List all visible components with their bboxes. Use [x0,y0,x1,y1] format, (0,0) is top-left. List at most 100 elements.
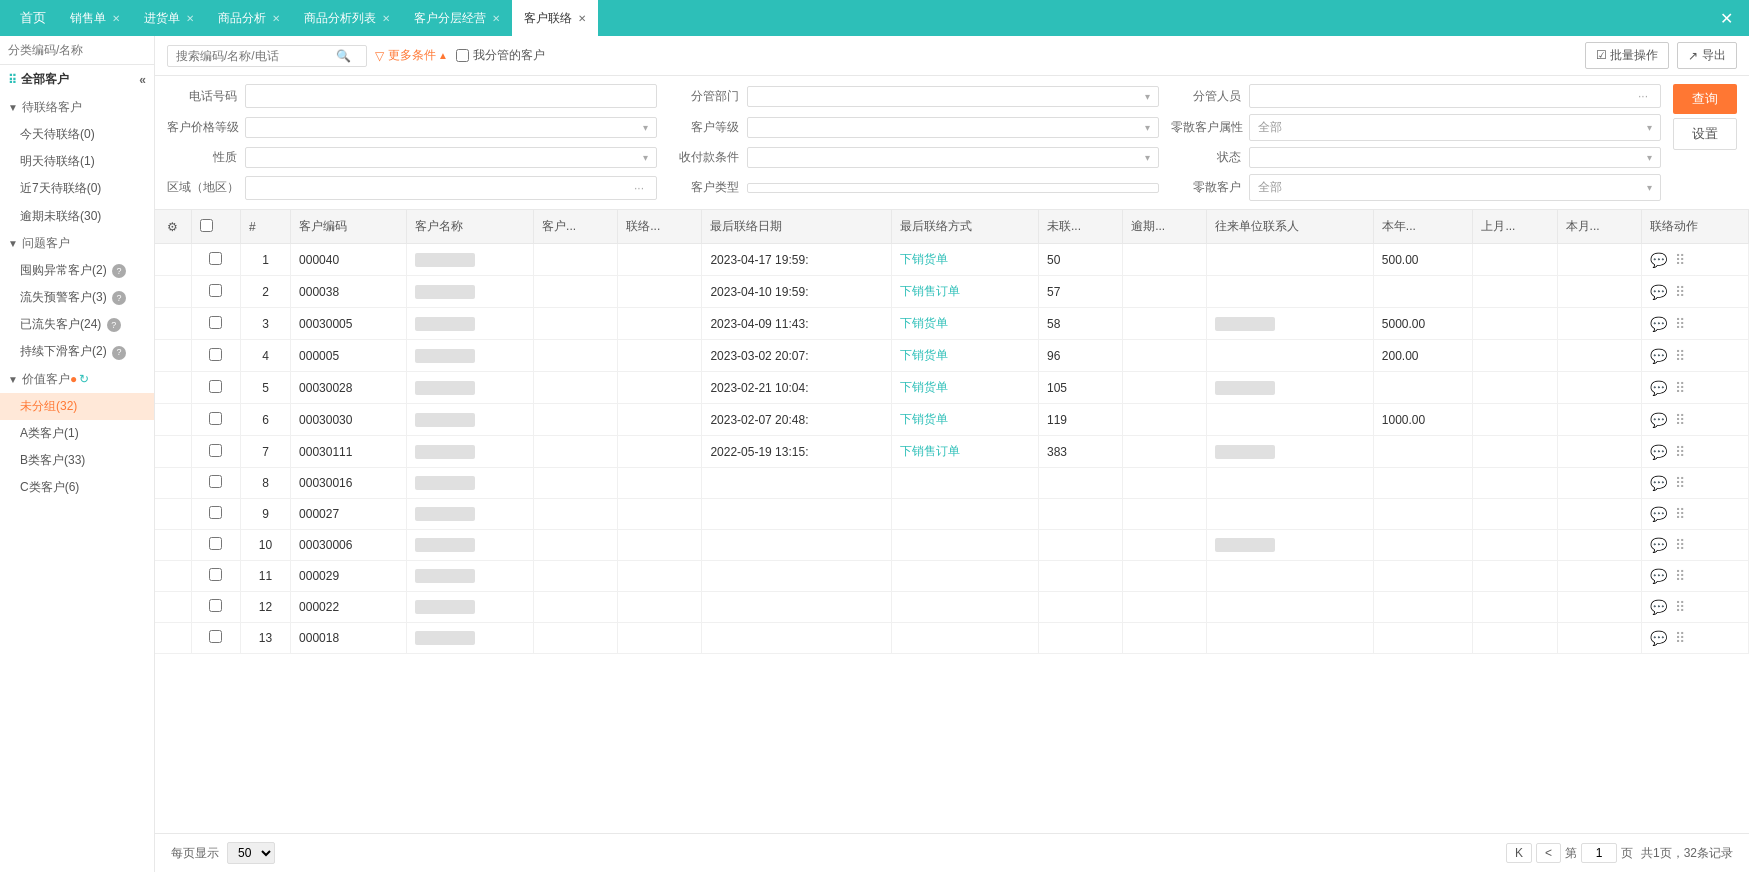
checkbox-col-header[interactable] [191,210,240,244]
row-last-method-cell[interactable]: 下销货单 [892,372,1039,404]
menu-icon[interactable]: ⠿ [1675,568,1685,584]
row-last-method-cell[interactable] [892,561,1039,592]
menu-icon[interactable]: ⠿ [1675,506,1685,522]
menu-icon[interactable]: ⠿ [1675,284,1685,300]
value-refresh-icon[interactable]: ↻ [79,372,89,386]
last-method-link[interactable]: 下销售订单 [900,284,960,298]
sidebar-item-class-b[interactable]: B类客户(33) [0,447,154,474]
chat-icon[interactable]: 💬 [1650,252,1667,268]
last-method-link[interactable]: 下销货单 [900,380,948,394]
row-checkbox[interactable] [209,537,222,550]
menu-icon[interactable]: ⠿ [1675,380,1685,396]
region-input[interactable]: ··· [245,176,657,200]
retail-attr-select[interactable]: 全部 ▾ [1249,114,1661,141]
window-close-btn[interactable]: ✕ [1712,9,1741,28]
row-checkbox-cell[interactable] [191,372,240,404]
customer-level-select[interactable]: ▾ [747,117,1159,138]
row-checkbox[interactable] [209,475,222,488]
close-purchase-tab[interactable]: ✕ [186,13,194,24]
sidebar-item-today[interactable]: 今天待联络(0) [0,121,154,148]
settings-col-header[interactable]: ⚙ [155,210,191,244]
last-method-link[interactable]: 下销货单 [900,252,948,266]
batch-ops-btn[interactable]: ☑ 批量操作 [1585,42,1669,69]
page-number-input[interactable] [1581,843,1617,863]
row-checkbox[interactable] [209,284,222,297]
row-last-method-cell[interactable]: 下销货单 [892,340,1039,372]
last-method-link[interactable]: 下销货单 [900,316,948,330]
query-btn[interactable]: 查询 [1673,84,1737,114]
nav-tab-customer-ops[interactable]: 客户分层经营 ✕ [402,0,512,36]
row-checkbox-cell[interactable] [191,530,240,561]
menu-icon[interactable]: ⠿ [1675,599,1685,615]
manager-input[interactable]: ··· [1249,84,1661,108]
row-checkbox-cell[interactable] [191,623,240,654]
row-checkbox-cell[interactable] [191,468,240,499]
menu-icon[interactable]: ⠿ [1675,537,1685,553]
row-checkbox[interactable] [209,252,222,265]
last-method-link[interactable]: 下销货单 [900,348,948,362]
filter-search-box[interactable]: 🔍 [167,45,367,67]
sidebar-item-7days[interactable]: 近7天待联络(0) [0,175,154,202]
price-level-select[interactable]: ▾ [245,117,657,138]
nav-home[interactable]: 首页 [8,9,58,27]
retail-select[interactable]: 全部 ▾ [1249,174,1661,201]
sidebar-item-churned[interactable]: 已流失客户(24) ? [0,311,154,338]
sidebar-item-abnormal[interactable]: 囤购异常客户(2) ? [0,257,154,284]
filter-search-icon[interactable]: 🔍 [336,49,351,63]
row-last-method-cell[interactable]: 下销售订单 [892,436,1039,468]
row-last-method-cell[interactable]: 下销货单 [892,404,1039,436]
row-checkbox-cell[interactable] [191,592,240,623]
chat-icon[interactable]: 💬 [1650,380,1667,396]
nav-tab-purchase[interactable]: 进货单 ✕ [132,0,206,36]
dept-select[interactable]: ▾ [747,86,1159,107]
sidebar-item-tomorrow[interactable]: 明天待联络(1) [0,148,154,175]
row-checkbox-cell[interactable] [191,276,240,308]
reset-btn[interactable]: 设置 [1673,118,1737,150]
sidebar-search-input[interactable] [8,43,155,57]
row-last-method-cell[interactable] [892,623,1039,654]
row-checkbox[interactable] [209,630,222,643]
sidebar-group-pending[interactable]: ▼ 待联络客户 [0,94,154,121]
menu-icon[interactable]: ⠿ [1675,252,1685,268]
sidebar-item-churn-warning[interactable]: 流失预警客户(3) ? [0,284,154,311]
filter-search-input[interactable] [176,49,336,63]
export-btn[interactable]: ↗ 导出 [1677,42,1737,69]
close-product-list-tab[interactable]: ✕ [382,13,390,24]
row-checkbox-cell[interactable] [191,499,240,530]
sidebar-group-value[interactable]: ▼ 价值客户 ● ↻ [0,366,154,393]
row-checkbox-cell[interactable] [191,308,240,340]
select-all-checkbox[interactable] [200,219,213,232]
chat-icon[interactable]: 💬 [1650,630,1667,646]
menu-icon[interactable]: ⠿ [1675,316,1685,332]
menu-icon[interactable]: ⠿ [1675,444,1685,460]
sidebar-item-class-a[interactable]: A类客户(1) [0,420,154,447]
nature-select[interactable]: ▾ [245,147,657,168]
last-method-link[interactable]: 下销货单 [900,412,948,426]
row-checkbox[interactable] [209,380,222,393]
nav-tab-product-analysis[interactable]: 商品分析 ✕ [206,0,292,36]
last-method-link[interactable]: 下销售订单 [900,444,960,458]
chat-icon[interactable]: 💬 [1650,348,1667,364]
region-dots-icon[interactable]: ··· [630,181,648,195]
row-checkbox[interactable] [209,316,222,329]
row-last-method-cell[interactable]: 下销货单 [892,244,1039,276]
row-last-method-cell[interactable]: 下销售订单 [892,276,1039,308]
nav-tab-product-list[interactable]: 商品分析列表 ✕ [292,0,402,36]
first-page-btn[interactable]: K [1506,843,1532,863]
nav-tab-sales[interactable]: 销售单 ✕ [58,0,132,36]
chat-icon[interactable]: 💬 [1650,412,1667,428]
close-customer-ops-tab[interactable]: ✕ [492,13,500,24]
sidebar-group-problem[interactable]: ▼ 问题客户 [0,230,154,257]
payment-select[interactable]: ▾ [747,147,1159,168]
row-last-method-cell[interactable] [892,468,1039,499]
sidebar-item-overdue[interactable]: 逾期未联络(30) [0,203,154,230]
prev-page-btn[interactable]: < [1536,843,1561,863]
settings-icon[interactable]: ⚙ [167,220,178,234]
phone-input[interactable] [245,84,657,108]
row-checkbox[interactable] [209,412,222,425]
row-checkbox-cell[interactable] [191,561,240,592]
chat-icon[interactable]: 💬 [1650,568,1667,584]
nav-tab-customer-contact[interactable]: 客户联络 ✕ [512,0,598,36]
row-last-method-cell[interactable] [892,499,1039,530]
filter-my-customers[interactable]: 我分管的客户 [456,47,545,64]
